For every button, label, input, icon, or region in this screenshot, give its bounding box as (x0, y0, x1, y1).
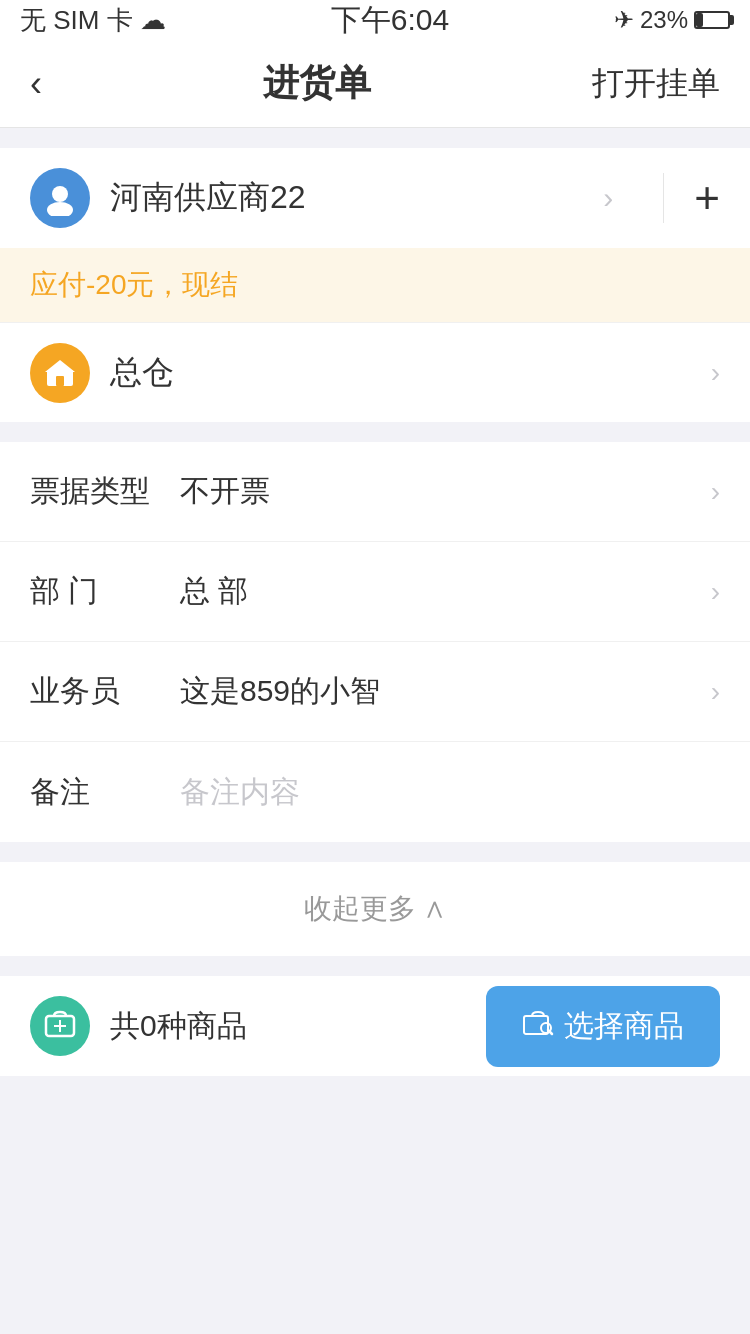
warehouse-svg (43, 356, 77, 390)
open-pending-button[interactable]: 打开挂单 (592, 62, 720, 106)
status-bar: 无 SIM 卡 ☁ 下午6:04 ✈ 23% (0, 0, 750, 40)
warehouse-row[interactable]: 总仓 › (0, 322, 750, 422)
collapse-bar[interactable]: 收起更多 ∧ (0, 862, 750, 956)
warehouse-arrow-icon: › (711, 357, 720, 389)
supplier-arrow-icon: › (603, 181, 613, 215)
product-count: 共0种商品 (110, 1006, 486, 1047)
department-label: 部 门 (30, 571, 160, 612)
page-title: 进货单 (263, 59, 371, 108)
salesperson-label: 业务员 (30, 671, 160, 712)
status-left: 无 SIM 卡 ☁ (20, 3, 166, 38)
battery-bar (694, 11, 730, 29)
salesperson-row[interactable]: 业务员 这是859的小智 › (0, 642, 750, 742)
collapse-text: 收起更多 ∧ (304, 893, 447, 924)
remark-label: 备注 (30, 772, 160, 813)
notice-bar: 应付-20元，现结 (0, 248, 750, 322)
status-time: 下午6:04 (331, 0, 449, 41)
battery-icon: ✈ (614, 6, 634, 34)
salesperson-value: 这是859的小智 (180, 671, 711, 712)
page-background (0, 1076, 750, 1334)
user-icon (42, 180, 78, 216)
salesperson-arrow-icon: › (711, 676, 720, 708)
svg-point-0 (52, 186, 68, 202)
remark-row[interactable]: 备注 备注内容 (0, 742, 750, 842)
department-arrow-icon: › (711, 576, 720, 608)
supplier-row[interactable]: 河南供应商22 › + (0, 148, 750, 248)
svg-point-10 (541, 1023, 551, 1033)
product-icon (30, 996, 90, 1056)
department-value: 总 部 (180, 571, 711, 612)
supplier-avatar (30, 168, 90, 228)
invoice-type-arrow-icon: › (711, 476, 720, 508)
select-product-label: 选择商品 (564, 1006, 684, 1047)
select-product-icon (522, 1010, 554, 1042)
bottom-bar: 共0种商品 选择商品 (0, 976, 750, 1076)
invoice-type-value: 不开票 (180, 471, 711, 512)
svg-rect-4 (56, 376, 64, 386)
battery-level: 23% (640, 6, 688, 34)
department-row[interactable]: 部 门 总 部 › (0, 542, 750, 642)
svg-marker-3 (45, 360, 75, 372)
add-supplier-button[interactable]: + (694, 173, 720, 223)
nav-bar: ‹ 进货单 打开挂单 (0, 40, 750, 128)
warehouse-name: 总仓 (110, 351, 711, 395)
back-button[interactable]: ‹ (30, 63, 42, 105)
status-right: ✈ 23% (614, 6, 730, 34)
notice-text: 应付-20元，现结 (30, 269, 238, 300)
signal-text: 无 SIM 卡 ☁ (20, 3, 166, 38)
invoice-type-row[interactable]: 票据类型 不开票 › (0, 442, 750, 542)
svg-rect-8 (524, 1016, 548, 1034)
svg-point-1 (47, 202, 73, 216)
supplier-name: 河南供应商22 (110, 176, 603, 220)
remark-value[interactable]: 备注内容 (180, 772, 720, 813)
select-product-button[interactable]: 选择商品 (486, 986, 720, 1067)
cart-icon (42, 1008, 78, 1044)
divider (663, 173, 664, 223)
supplier-section: 河南供应商22 › + 应付-20元，现结 总仓 › (0, 148, 750, 422)
form-section: 票据类型 不开票 › 部 门 总 部 › 业务员 这是859的小智 › 备注 备… (0, 442, 750, 842)
warehouse-icon (30, 343, 90, 403)
invoice-type-label: 票据类型 (30, 471, 160, 512)
